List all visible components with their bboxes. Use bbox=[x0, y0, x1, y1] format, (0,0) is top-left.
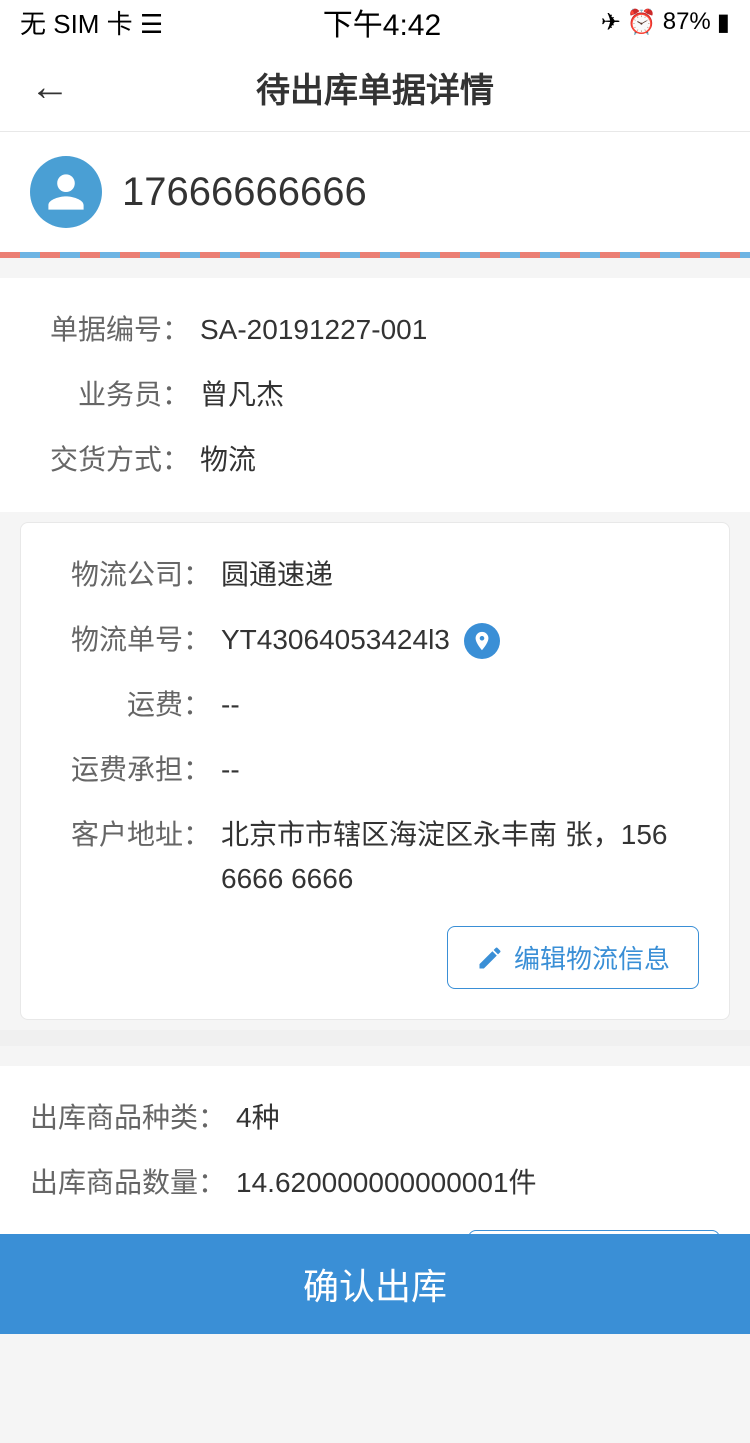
address-row: 客户地址： 北京市市辖区海淀区永丰南 张，156 6666 6666 bbox=[51, 813, 699, 903]
delivery-method-label: 交货方式： bbox=[30, 438, 190, 483]
tracking-value: YT43064053424l3 bbox=[221, 618, 699, 663]
user-icon bbox=[44, 170, 88, 214]
sim-status: 无 SIM 卡 ☰ bbox=[20, 4, 163, 41]
logistics-company-value: 圆通速递 bbox=[221, 553, 699, 598]
product-quantity-row: 出库商品数量： 14.620000000000001件 bbox=[30, 1161, 720, 1206]
section-divider bbox=[0, 1030, 750, 1046]
map-pin-icon bbox=[471, 630, 493, 652]
freight-value: -- bbox=[221, 683, 699, 728]
dashed-separator bbox=[0, 252, 750, 258]
address-value: 北京市市辖区海淀区永丰南 张，156 6666 6666 bbox=[221, 813, 699, 903]
nav-bar: ← 待出库单据详情 bbox=[0, 44, 750, 132]
logistics-company-label: 物流公司： bbox=[51, 553, 211, 598]
status-bar: 无 SIM 卡 ☰ 下午4:42 ✈ ⏰ 87% ▮ bbox=[0, 0, 750, 44]
freight-row: 运费： -- bbox=[51, 683, 699, 728]
bottom-spacer bbox=[0, 1323, 750, 1443]
page-title: 待出库单据详情 bbox=[256, 63, 494, 112]
delivery-method-row: 交货方式： 物流 bbox=[30, 438, 720, 483]
freight-bearer-label: 运费承担： bbox=[51, 748, 211, 793]
salesperson-value: 曾凡杰 bbox=[200, 373, 720, 418]
delivery-method-value: 物流 bbox=[200, 438, 720, 483]
tracking-row: 物流单号： YT43064053424l3 bbox=[51, 618, 699, 663]
logistics-company-row: 物流公司： 圆通速递 bbox=[51, 553, 699, 598]
order-info-section: 单据编号： SA-20191227-001 业务员： 曾凡杰 交货方式： 物流 bbox=[0, 278, 750, 512]
location-indicator: ✈ bbox=[601, 8, 621, 37]
customer-header: 17666666666 bbox=[0, 132, 750, 252]
product-quantity-label: 出库商品数量： bbox=[30, 1161, 226, 1206]
salesperson-row: 业务员： 曾凡杰 bbox=[30, 373, 720, 418]
order-number-value: SA-20191227-001 bbox=[200, 308, 720, 353]
edit-logistics-label: 编辑物流信息 bbox=[514, 939, 670, 976]
freight-label: 运费： bbox=[51, 683, 211, 728]
battery-level: 87% bbox=[663, 8, 711, 36]
alarm-indicator: ⏰ bbox=[627, 8, 657, 37]
status-left: 无 SIM 卡 ☰ bbox=[20, 4, 163, 41]
tracking-location-button[interactable] bbox=[464, 623, 500, 659]
tracking-label: 物流单号： bbox=[51, 618, 211, 663]
edit-icon bbox=[476, 944, 504, 972]
edit-logistics-button[interactable]: 编辑物流信息 bbox=[447, 926, 699, 989]
confirm-button-label: 确认出库 bbox=[303, 1258, 447, 1310]
salesperson-label: 业务员： bbox=[30, 373, 190, 418]
freight-bearer-row: 运费承担： -- bbox=[51, 748, 699, 793]
status-time: 下午4:42 bbox=[323, 0, 441, 44]
back-button[interactable]: ← bbox=[30, 65, 70, 110]
customer-phone: 17666666666 bbox=[122, 170, 367, 215]
freight-bearer-value: -- bbox=[221, 748, 699, 793]
avatar bbox=[30, 156, 102, 228]
product-type-label: 出库商品种类： bbox=[30, 1096, 226, 1141]
logistics-section: 物流公司： 圆通速递 物流单号： YT43064053424l3 运费： -- … bbox=[20, 522, 730, 1020]
confirm-button[interactable]: 确认出库 bbox=[0, 1234, 750, 1334]
product-quantity-value: 14.620000000000001件 bbox=[236, 1161, 720, 1206]
tracking-number: YT43064053424l3 bbox=[221, 618, 450, 663]
edit-logistics-container: 编辑物流信息 bbox=[51, 926, 699, 989]
status-right: ✈ ⏰ 87% ▮ bbox=[601, 8, 730, 37]
battery-icon: ▮ bbox=[717, 8, 730, 37]
order-number-label: 单据编号： bbox=[30, 308, 190, 353]
address-label: 客户地址： bbox=[51, 813, 211, 858]
product-type-value: 4种 bbox=[236, 1096, 720, 1141]
product-type-row: 出库商品种类： 4种 bbox=[30, 1096, 720, 1141]
order-number-row: 单据编号： SA-20191227-001 bbox=[30, 308, 720, 353]
